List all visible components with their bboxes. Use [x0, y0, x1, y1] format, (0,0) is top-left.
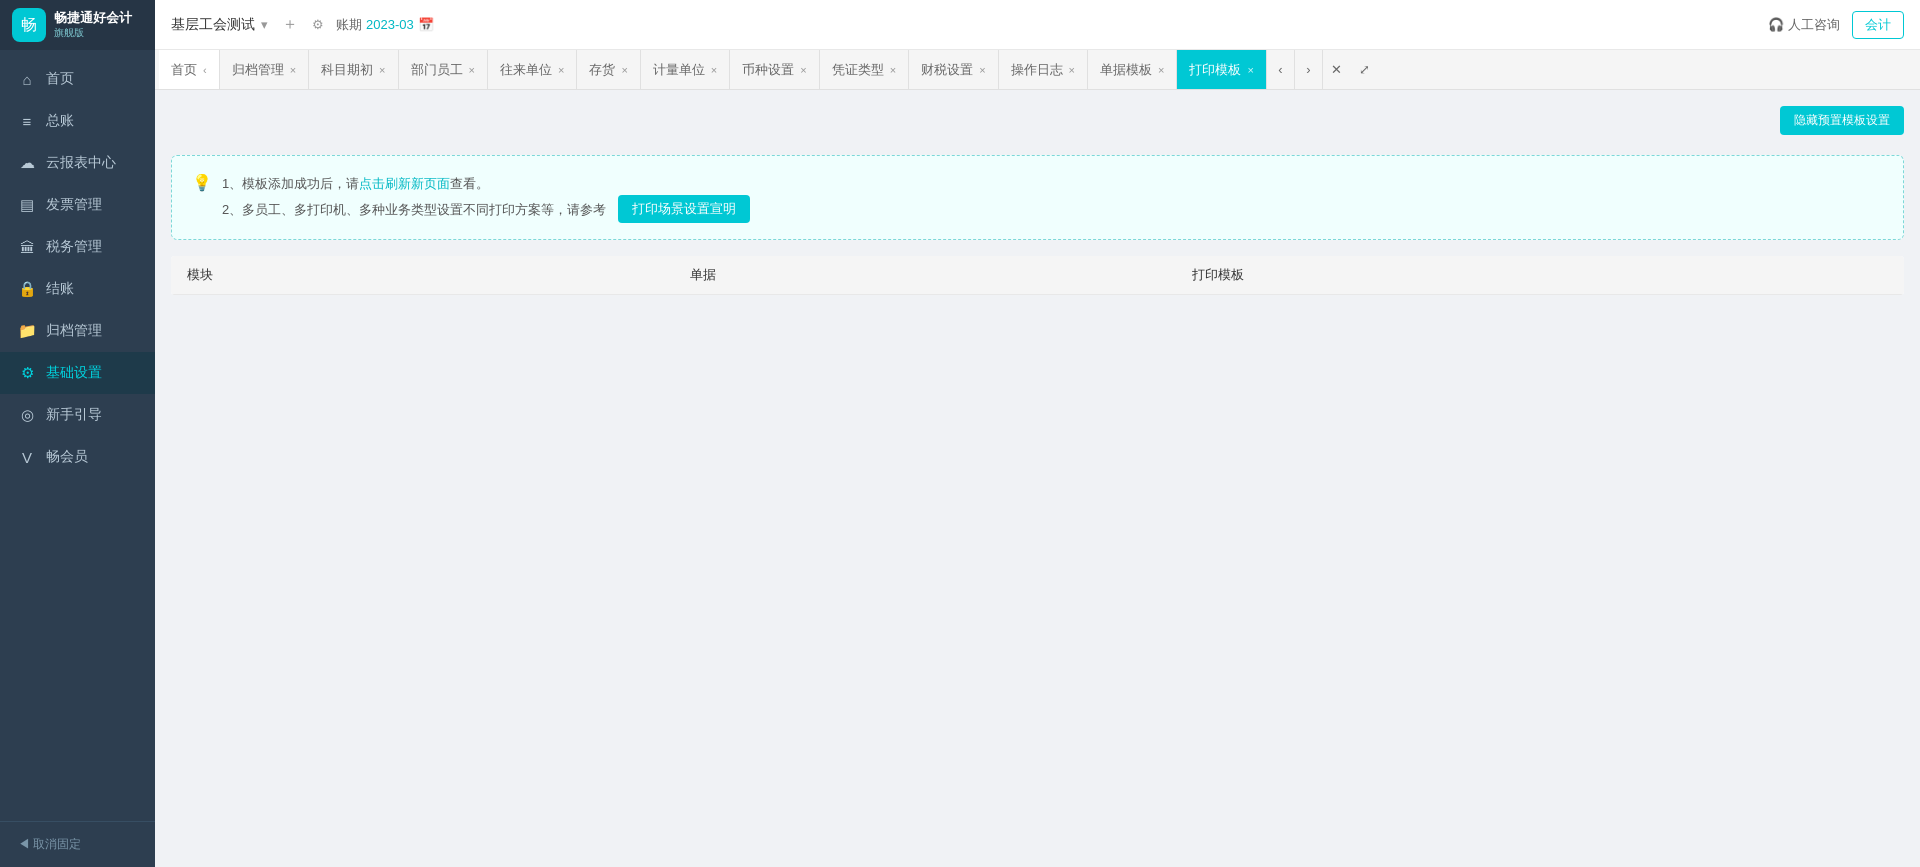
notice-line2: 2、多员工、多打印机、多种业务类型设置不同打印方案等，请参考 打印场景设置宣明 — [222, 195, 750, 223]
tab-print-template-close[interactable]: × — [1247, 64, 1253, 76]
archive-icon: 📁 — [18, 322, 36, 340]
sidebar-item-label: 结账 — [46, 280, 74, 298]
sidebar-item-invoice[interactable]: ▤ 发票管理 — [0, 184, 155, 226]
tab-subjects[interactable]: 科目期初 × — [309, 50, 398, 90]
tab-unit-close[interactable]: × — [711, 64, 717, 76]
notice-line1: 1、模板添加成功后，请点击刷新新页面查看。 — [222, 172, 750, 195]
sidebar-item-label: 总账 — [46, 112, 74, 130]
tab-currency[interactable]: 币种设置 × — [730, 50, 819, 90]
tab-department-close[interactable]: × — [469, 64, 475, 76]
tab-archive[interactable]: 归档管理 × — [220, 50, 309, 90]
sidebar-item-label: 发票管理 — [46, 196, 102, 214]
period-label: 账期 — [336, 16, 362, 34]
tax-icon: 🏛 — [18, 239, 36, 256]
tab-print-template[interactable]: 打印模板 × — [1177, 50, 1266, 90]
cloud-icon: ☁ — [18, 154, 36, 172]
col-form: 单据 — [674, 256, 1177, 295]
tab-currency-close[interactable]: × — [800, 64, 806, 76]
content-area: 隐藏预置模板设置 💡 1、模板添加成功后，请点击刷新新页面查看。 2、多员工、多… — [155, 90, 1920, 867]
tab-unit[interactable]: 计量单位 × — [641, 50, 730, 90]
sidebar-item-label: 云报表中心 — [46, 154, 116, 172]
guide-icon: ◎ — [18, 406, 36, 424]
tab-inventory-close[interactable]: × — [621, 64, 627, 76]
content-header: 隐藏预置模板设置 — [171, 106, 1904, 145]
tab-department[interactable]: 部门员工 × — [399, 50, 488, 90]
tab-voucher-close[interactable]: × — [890, 64, 896, 76]
period-value: 2023-03 — [366, 17, 414, 32]
tab-single-form-close[interactable]: × — [1158, 64, 1164, 76]
tab-clients-close[interactable]: × — [558, 64, 564, 76]
member-icon: V — [18, 449, 36, 466]
sidebar-item-label: 畅会员 — [46, 448, 88, 466]
sidebar-item-tax[interactable]: 🏛 税务管理 — [0, 226, 155, 268]
tab-subjects-close[interactable]: × — [379, 64, 385, 76]
tab-close-all-button[interactable]: ✕ — [1323, 50, 1351, 90]
ledger-icon: ≡ — [18, 113, 36, 130]
tab-operation-log[interactable]: 操作日志 × — [999, 50, 1088, 90]
calendar-icon[interactable]: 📅 — [418, 17, 434, 32]
sidebar-item-reports[interactable]: ☁ 云报表中心 — [0, 142, 155, 184]
main-area: 基层工会测试 ▾ ＋ ⚙ 账期 2023-03 📅 🎧 人工咨询 会计 首页 ‹… — [155, 0, 1920, 867]
tab-tax-settings[interactable]: 财税设置 × — [909, 50, 998, 90]
tab-tax-settings-close[interactable]: × — [979, 64, 985, 76]
table-header: 模块 单据 打印模板 — [171, 256, 1904, 295]
tab-home[interactable]: 首页 ‹ — [159, 50, 220, 90]
tab-bar: 首页 ‹ 归档管理 × 科目期初 × 部门员工 × 往来单位 × 存货 × 计量… — [155, 50, 1920, 90]
tab-expand-button[interactable]: ⤢ — [1351, 50, 1379, 90]
sidebar-logo: 畅 畅捷通好会计 旗舰版 — [0, 0, 155, 50]
tab-single-form[interactable]: 单据模板 × — [1088, 50, 1177, 90]
tab-clients[interactable]: 往来单位 × — [488, 50, 577, 90]
header-right: 🎧 人工咨询 会计 — [1768, 11, 1904, 39]
sidebar-item-closing[interactable]: 🔒 结账 — [0, 268, 155, 310]
sidebar-item-settings[interactable]: ⚙ 基础设置 — [0, 352, 155, 394]
sidebar-item-label: 税务管理 — [46, 238, 102, 256]
tab-next-button[interactable]: › — [1295, 50, 1323, 90]
sidebar-item-member[interactable]: V 畅会员 — [0, 436, 155, 478]
company-dropdown-icon[interactable]: ▾ — [261, 17, 268, 32]
sidebar-item-archive[interactable]: 📁 归档管理 — [0, 310, 155, 352]
tab-home-back[interactable]: ‹ — [203, 64, 207, 76]
closing-icon: 🔒 — [18, 280, 36, 298]
sidebar-item-label: 新手引导 — [46, 406, 102, 424]
table-header-row: 模块 单据 打印模板 — [171, 256, 1904, 295]
invoice-icon: ▤ — [18, 196, 36, 214]
settings-icon: ⚙ — [18, 364, 36, 382]
headset-icon: 🎧 — [1768, 17, 1784, 32]
tab-archive-close[interactable]: × — [290, 64, 296, 76]
col-module: 模块 — [171, 256, 674, 295]
sidebar-item-guide[interactable]: ◎ 新手引导 — [0, 394, 155, 436]
tab-prev-button[interactable]: ‹ — [1267, 50, 1295, 90]
tab-inventory[interactable]: 存货 × — [577, 50, 640, 90]
top-header: 基层工会测试 ▾ ＋ ⚙ 账期 2023-03 📅 🎧 人工咨询 会计 — [155, 0, 1920, 50]
sidebar-item-home[interactable]: ⌂ 首页 — [0, 58, 155, 100]
refresh-link[interactable]: 点击刷新新页面 — [359, 176, 450, 191]
hide-preset-button[interactable]: 隐藏预置模板设置 — [1780, 106, 1904, 135]
add-tab-button[interactable]: ＋ — [282, 14, 298, 35]
app-subtitle: 旗舰版 — [54, 26, 132, 40]
app-logo-icon: 畅 — [12, 8, 46, 42]
sidebar-nav: ⌂ 首页 ≡ 总账 ☁ 云报表中心 ▤ 发票管理 🏛 税务管理 🔒 结账 📁 归… — [0, 50, 155, 821]
role-button[interactable]: 会计 — [1852, 11, 1904, 39]
bulb-icon: 💡 — [192, 173, 212, 192]
notice-box: 💡 1、模板添加成功后，请点击刷新新页面查看。 2、多员工、多打印机、多种业务类… — [171, 155, 1904, 240]
print-template-table: 模块 单据 打印模板 — [171, 256, 1904, 295]
home-icon: ⌂ — [18, 71, 36, 88]
settings-gear-icon[interactable]: ⚙ — [312, 17, 324, 32]
customer-service-button[interactable]: 🎧 人工咨询 — [1768, 16, 1840, 34]
unpin-button[interactable]: ◀ 取消固定 — [0, 821, 155, 867]
notice-row: 💡 1、模板添加成功后，请点击刷新新页面查看。 2、多员工、多打印机、多种业务类… — [192, 172, 1883, 223]
sidebar: 畅 畅捷通好会计 旗舰版 ⌂ 首页 ≡ 总账 ☁ 云报表中心 ▤ 发票管理 🏛 … — [0, 0, 155, 867]
sidebar-item-label: 首页 — [46, 70, 74, 88]
tab-operation-log-close[interactable]: × — [1069, 64, 1075, 76]
app-title: 畅捷通好会计 — [54, 10, 132, 26]
sidebar-item-ledger[interactable]: ≡ 总账 — [0, 100, 155, 142]
col-print-template: 打印模板 — [1176, 256, 1904, 295]
sidebar-item-label: 归档管理 — [46, 322, 102, 340]
sidebar-item-label: 基础设置 — [46, 364, 102, 382]
tab-voucher[interactable]: 凭证类型 × — [820, 50, 909, 90]
company-name: 基层工会测试 — [171, 16, 255, 34]
print-scene-explain-button[interactable]: 打印场景设置宣明 — [618, 195, 750, 223]
